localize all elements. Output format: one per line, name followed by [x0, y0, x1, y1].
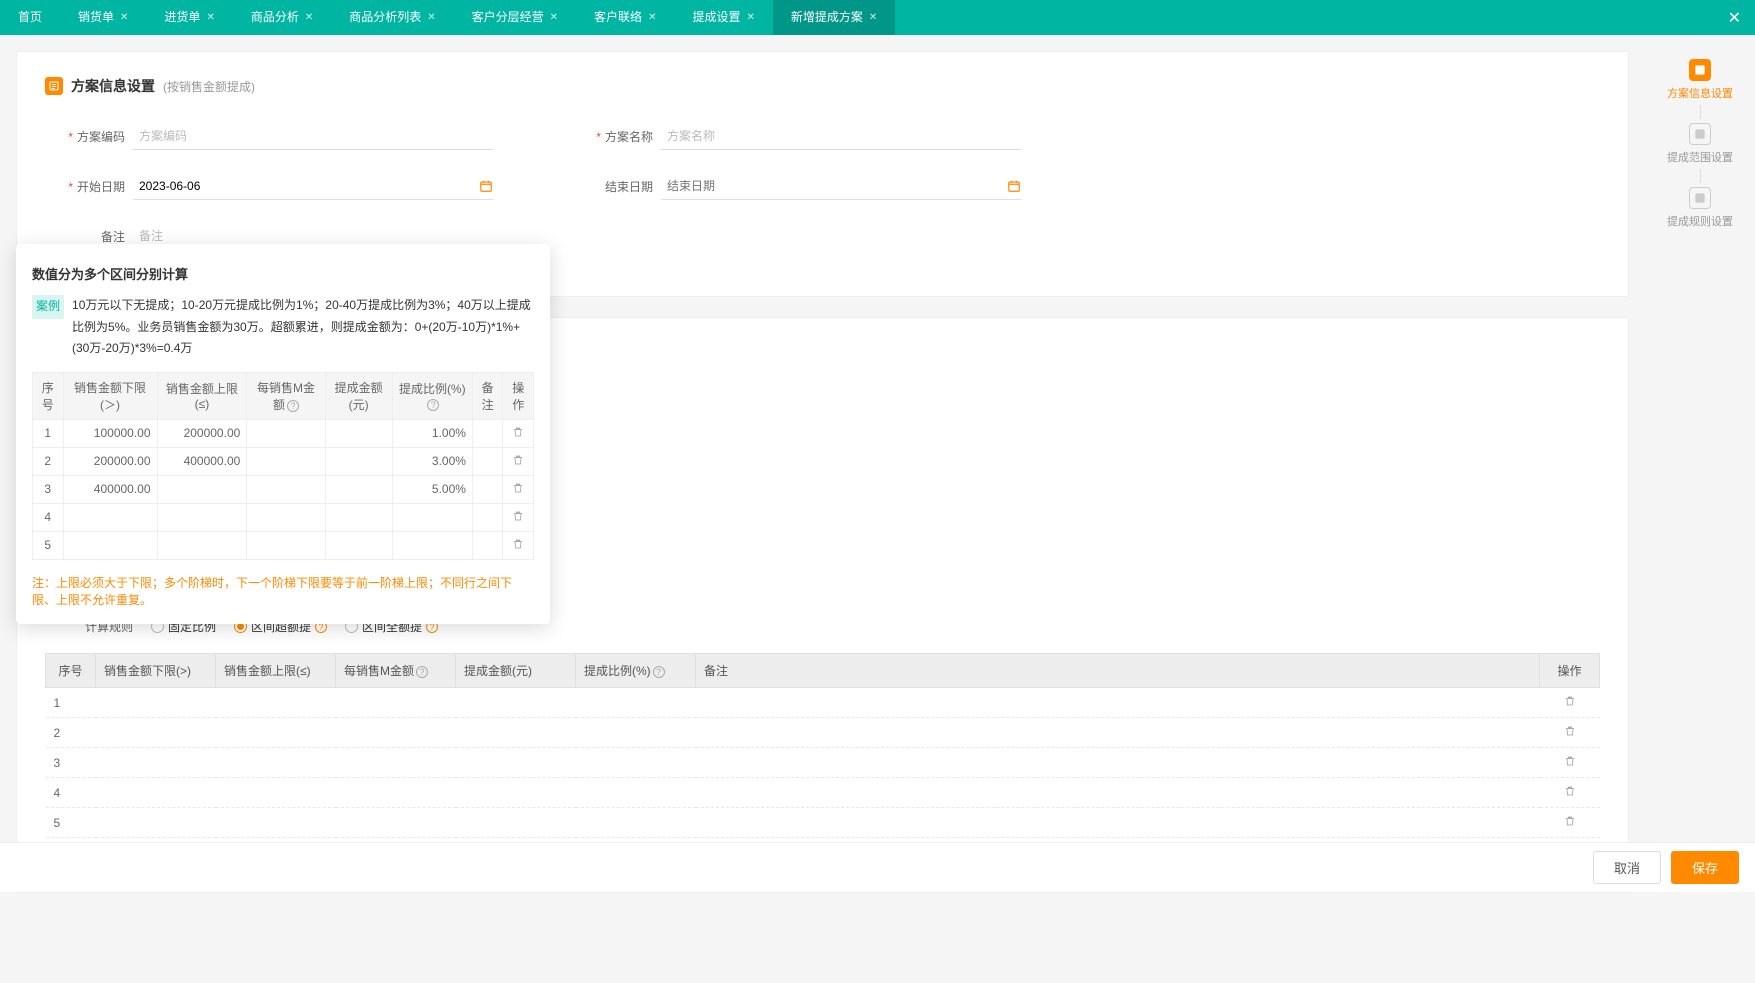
trash-icon[interactable]: [1564, 725, 1576, 737]
table-row[interactable]: 2: [46, 718, 1600, 748]
save-button[interactable]: 保存: [1671, 851, 1739, 884]
name-label: 方案名称: [573, 128, 653, 145]
trash-icon[interactable]: [512, 426, 524, 438]
code-label: 方案编码: [45, 128, 125, 145]
end-date-input[interactable]: [661, 179, 1007, 193]
nav-step-rule[interactable]: 提成规则设置: [1645, 187, 1755, 229]
close-icon[interactable]: ✕: [550, 0, 558, 35]
close-icon[interactable]: ✕: [120, 0, 128, 35]
nav-step-scope[interactable]: 提成范围设置: [1645, 123, 1755, 165]
tab-bar: 首页销货单✕进货单✕商品分析✕商品分析列表✕客户分层经营✕客户联络✕提成设置✕新…: [0, 0, 1755, 35]
trash-icon[interactable]: [512, 538, 524, 550]
close-icon[interactable]: ✕: [305, 0, 313, 35]
side-nav: 方案信息设置 提成范围设置 提成规则设置: [1645, 35, 1755, 983]
example-text: 10万元以下无提成；10-20万元提成比例为1%；20-40万提成比例为3%；4…: [72, 295, 534, 360]
name-input[interactable]: [661, 122, 1021, 150]
close-all-tabs-icon[interactable]: ✕: [1728, 8, 1741, 28]
panel-subtitle: (按销售金额提成): [163, 78, 255, 95]
tab-客户分层经营[interactable]: 客户分层经营✕: [454, 0, 576, 35]
rule-table: 序号销售金额下限(>)销售金额上限(≤)每销售M金额?提成金额(元)提成比例(%…: [45, 653, 1600, 868]
trash-icon[interactable]: [512, 510, 524, 522]
example-tooltip: 数值分为多个区间分别计算 案例 10万元以下无提成；10-20万元提成比例为1%…: [16, 244, 550, 624]
tab-提成设置[interactable]: 提成设置✕: [674, 0, 772, 35]
start-date-input[interactable]: [133, 179, 479, 193]
calendar-icon[interactable]: [479, 179, 493, 193]
end-date-label: 结束日期: [573, 178, 653, 195]
table-row: 3400000.005.00%: [33, 475, 534, 503]
close-icon[interactable]: ✕: [869, 0, 877, 35]
tab-商品分析列表[interactable]: 商品分析列表✕: [331, 0, 453, 35]
example-tag: 案例: [32, 295, 64, 319]
code-input[interactable]: [133, 122, 493, 150]
footer-bar: 取消 保存: [0, 842, 1755, 892]
trash-icon[interactable]: [512, 454, 524, 466]
tab-销货单[interactable]: 销货单✕: [60, 0, 146, 35]
table-row: 2200000.00400000.003.00%: [33, 447, 534, 475]
example-table: 序号销售金额下限(＞)销售金额上限(≤)每销售M金额?提成金额(元)提成比例(%…: [32, 372, 534, 560]
close-icon[interactable]: ✕: [206, 0, 214, 35]
table-row: 5: [33, 531, 534, 559]
trash-icon[interactable]: [1564, 815, 1576, 827]
close-icon[interactable]: ✕: [648, 0, 656, 35]
table-row: 4: [33, 503, 534, 531]
trash-icon[interactable]: [1564, 785, 1576, 797]
trash-icon[interactable]: [1564, 755, 1576, 767]
tab-首页[interactable]: 首页: [0, 0, 60, 35]
remark-label: 备注: [45, 228, 125, 245]
table-row[interactable]: 1: [46, 688, 1600, 718]
close-icon[interactable]: ✕: [746, 0, 754, 35]
cancel-button[interactable]: 取消: [1593, 851, 1661, 884]
tooltip-note: 注：上限必须大于下限；多个阶梯时，下一个阶梯下限要等于前一阶梯上限；不同行之间下…: [32, 574, 534, 608]
tab-商品分析[interactable]: 商品分析✕: [233, 0, 331, 35]
tab-新增提成方案[interactable]: 新增提成方案✕: [773, 0, 895, 35]
table-row[interactable]: 4: [46, 778, 1600, 808]
nav-step-info[interactable]: 方案信息设置: [1645, 59, 1755, 101]
tab-进货单[interactable]: 进货单✕: [146, 0, 232, 35]
trash-icon[interactable]: [512, 482, 524, 494]
start-date-label: 开始日期: [45, 178, 125, 195]
tab-客户联络[interactable]: 客户联络✕: [576, 0, 674, 35]
calendar-icon[interactable]: [1007, 179, 1021, 193]
table-row[interactable]: 5: [46, 808, 1600, 838]
panel-title: 方案信息设置: [71, 76, 155, 96]
close-icon[interactable]: ✕: [427, 0, 435, 35]
trash-icon[interactable]: [1564, 695, 1576, 707]
table-row[interactable]: 3: [46, 748, 1600, 778]
panel-icon: [45, 77, 63, 95]
table-row: 1100000.00200000.001.00%: [33, 419, 534, 447]
tooltip-title: 数值分为多个区间分别计算: [32, 264, 534, 283]
